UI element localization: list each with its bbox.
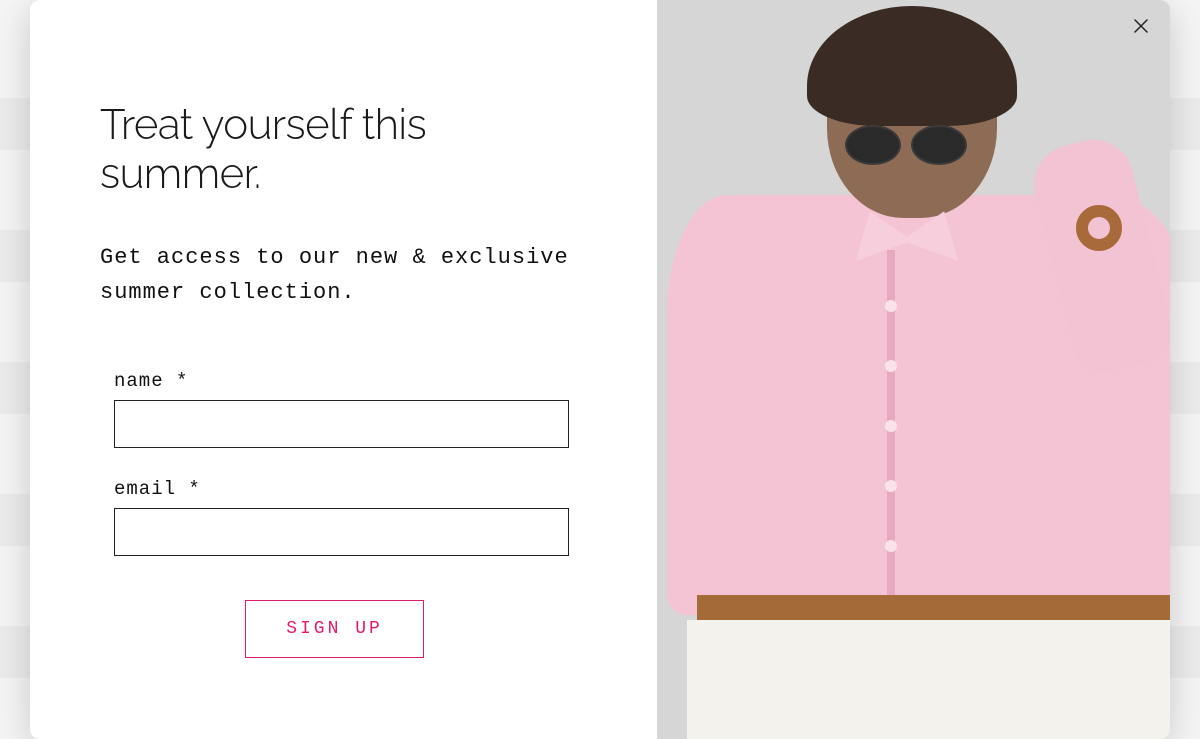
name-input[interactable] xyxy=(114,400,569,448)
name-label: name * xyxy=(114,370,569,392)
email-input[interactable] xyxy=(114,508,569,556)
modal-headline: Treat yourself this summer. xyxy=(100,100,587,198)
modal-subhead: Get access to our new & exclusive summer… xyxy=(100,240,587,310)
email-field-group: email * xyxy=(100,478,569,556)
image-pane xyxy=(657,0,1170,739)
hero-illustration xyxy=(657,0,1170,739)
signup-modal: Treat yourself this summer. Get access t… xyxy=(30,0,1170,739)
email-label: email * xyxy=(114,478,569,500)
submit-wrap: SIGN UP xyxy=(100,600,555,658)
signup-form: name * email * SIGN UP xyxy=(100,370,587,658)
signup-button[interactable]: SIGN UP xyxy=(245,600,424,658)
name-field-group: name * xyxy=(100,370,569,448)
form-pane: Treat yourself this summer. Get access t… xyxy=(30,0,657,739)
